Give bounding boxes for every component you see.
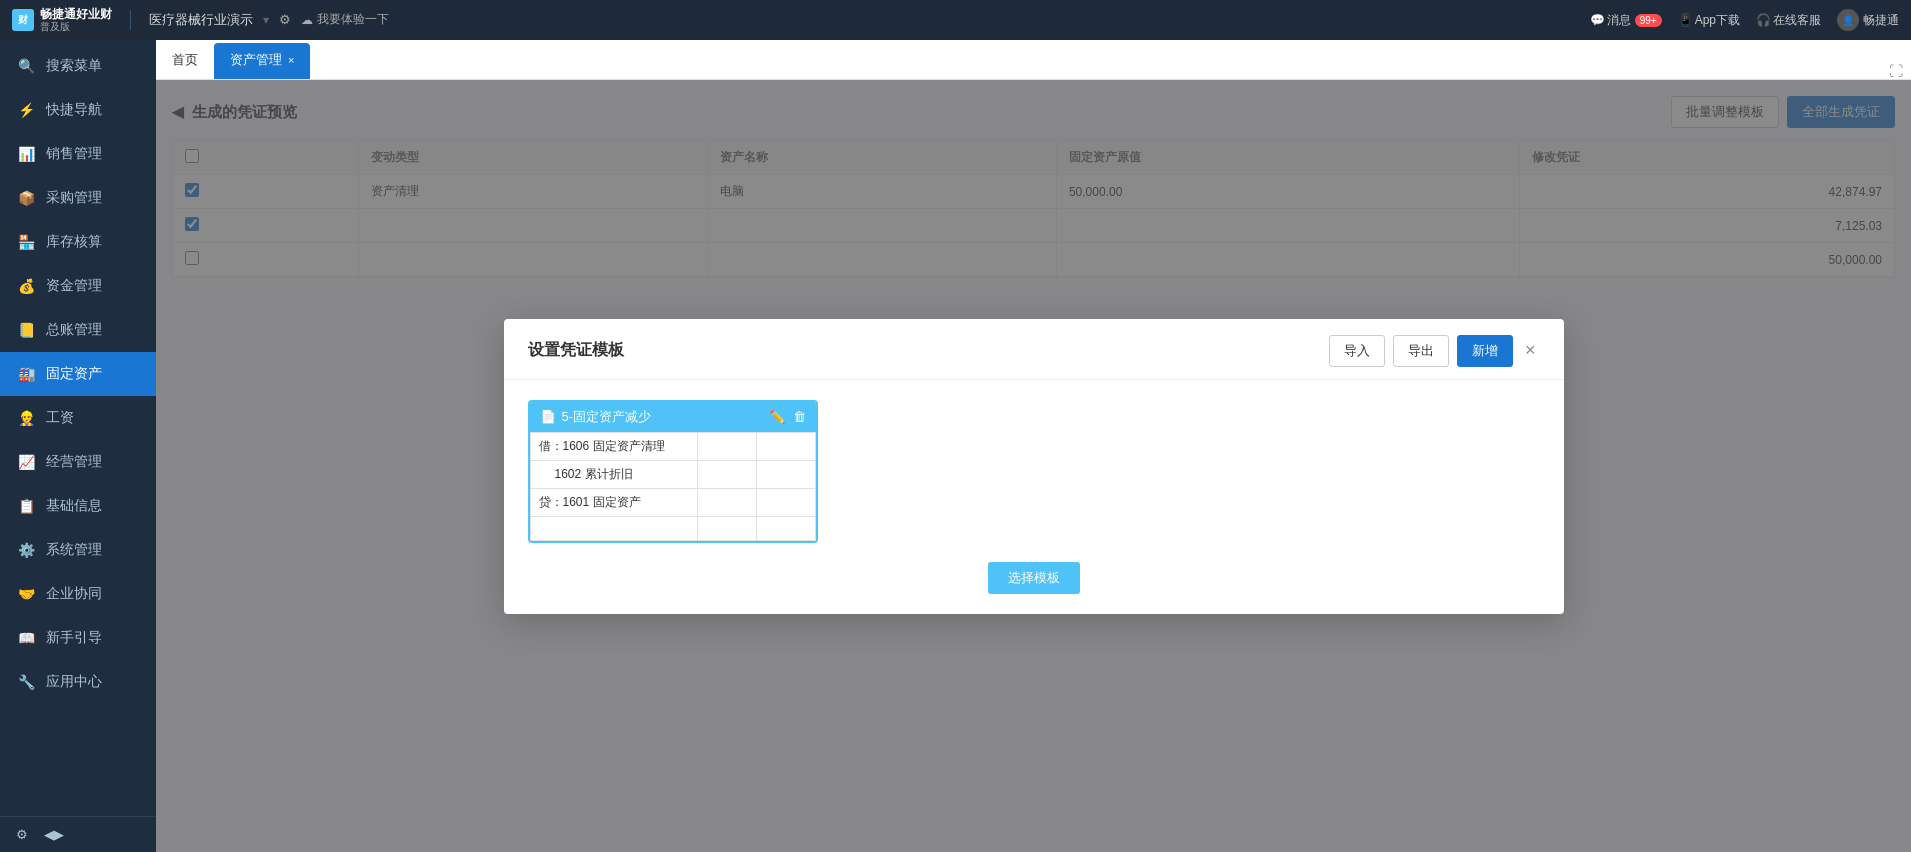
sidebar-item-search[interactable]: 🔍 搜索菜单: [0, 44, 156, 88]
template-row: 借：1606 固定资产清理: [530, 432, 815, 460]
search-icon: 🔍: [16, 56, 36, 76]
sidebar-item-payroll[interactable]: 👷 工资: [0, 396, 156, 440]
select-template-button[interactable]: 选择模板: [988, 562, 1080, 594]
top-bar-right: 💬 消息 99+ 📱 App下载 🎧 在线客服 👤 畅捷通: [1590, 9, 1899, 31]
template-card-header: 📄 5-固定资产减少 ✏️ 🗑: [530, 402, 816, 432]
chevron-down-icon[interactable]: ▾: [263, 13, 269, 27]
messages-button[interactable]: 💬 消息 99+: [1590, 12, 1662, 29]
inventory-icon: 🏪: [16, 232, 36, 252]
sidebar-item-inventory[interactable]: 🏪 库存核算: [0, 220, 156, 264]
sidebar-item-quick-nav[interactable]: ⚡ 快捷导航: [0, 88, 156, 132]
avatar: 👤: [1837, 9, 1859, 31]
funds-icon: 💰: [16, 276, 36, 296]
dialog-header: 设置凭证模板 导入 导出 新增 ×: [504, 319, 1564, 380]
main-layout: 🔍 搜索菜单 ⚡ 快捷导航 📊 销售管理 📦 采购管理 🏪 库存核算: [0, 40, 1911, 852]
app-center-icon: 🔧: [16, 672, 36, 692]
logo-icon: 财: [12, 9, 34, 31]
template-row: 贷：1601 固定资产: [530, 488, 815, 516]
settings-icon[interactable]: ⚙: [279, 12, 291, 27]
experience-button[interactable]: ☁ 我要体验一下: [301, 11, 389, 28]
company-name: 医疗器械行业演示: [149, 11, 253, 29]
new-button[interactable]: 新增: [1457, 335, 1513, 367]
cloud-icon: ☁: [301, 13, 313, 27]
sidebar-item-system[interactable]: ⚙️ 系统管理: [0, 528, 156, 572]
page-content: ◀ 生成的凭证预览 批量调整模板 全部生成凭证: [156, 80, 1911, 852]
purchase-icon: 📦: [16, 188, 36, 208]
guide-icon: 📖: [16, 628, 36, 648]
sidebar-item-guide[interactable]: 📖 新手引导: [0, 616, 156, 660]
sidebar-item-app-center[interactable]: 🔧 应用中心: [0, 660, 156, 704]
system-icon: ⚙️: [16, 540, 36, 560]
fixed-assets-icon: 🏭: [16, 364, 36, 384]
download-icon: 📱: [1678, 13, 1693, 27]
close-button[interactable]: ×: [1521, 340, 1540, 361]
settings-bottom-icon[interactable]: ⚙: [16, 827, 28, 842]
flash-icon: ⚡: [16, 100, 36, 120]
sidebar-bottom: ⚙ ◀▶: [0, 816, 156, 852]
collapse-icon[interactable]: ◀▶: [44, 827, 64, 842]
tab-close-icon[interactable]: ×: [288, 54, 294, 66]
sidebar-item-fixed-assets[interactable]: 🏭 固定资产: [0, 352, 156, 396]
sidebar-item-funds[interactable]: 💰 资金管理: [0, 264, 156, 308]
basic-info-icon: 📋: [16, 496, 36, 516]
maximize-icon[interactable]: ⛶: [1889, 63, 1903, 79]
template-doc-icon: 📄: [540, 409, 556, 424]
online-service-button[interactable]: 🎧 在线客服: [1756, 12, 1821, 29]
content-area: 首页 资产管理 × ⛶ ◀: [156, 40, 1911, 852]
sales-icon: 📊: [16, 144, 36, 164]
template-card-header-left: 📄 5-固定资产减少: [540, 408, 652, 426]
dialog-header-actions: 导入 导出 新增 ×: [1329, 335, 1540, 367]
top-bar-left: 财 畅捷通好业财 普及版 医疗器械行业演示 ▾ ⚙ ☁ 我要体验一下: [12, 7, 389, 33]
sidebar-item-basic-info[interactable]: 📋 基础信息: [0, 484, 156, 528]
page-inner: ◀ 生成的凭证预览 批量调整模板 全部生成凭证: [156, 80, 1911, 293]
operations-icon: 📈: [16, 452, 36, 472]
template-row: 1602 累计折旧: [530, 460, 815, 488]
dialog-title: 设置凭证模板: [528, 340, 624, 361]
sidebar-item-operations[interactable]: 📈 经营管理: [0, 440, 156, 484]
template-card-body: 借：1606 固定资产清理 1602 累计折旧: [530, 432, 816, 541]
export-button[interactable]: 导出: [1393, 335, 1449, 367]
app-download-button[interactable]: 📱 App下载: [1678, 12, 1740, 29]
template-name: 5-固定资产减少: [562, 408, 652, 426]
user-info[interactable]: 👤 畅捷通: [1837, 9, 1899, 31]
template-card: 📄 5-固定资产减少 ✏️ 🗑: [528, 400, 818, 543]
sidebar-item-purchase[interactable]: 📦 采购管理: [0, 176, 156, 220]
top-bar: 财 畅捷通好业财 普及版 医疗器械行业演示 ▾ ⚙ ☁ 我要体验一下 💬 消息 …: [0, 0, 1911, 40]
message-icon: 💬: [1590, 13, 1605, 27]
credit-label: 贷：1601 固定资产: [530, 488, 698, 516]
select-template-area: 选择模板: [528, 562, 1540, 594]
sidebar-item-sales[interactable]: 📊 销售管理: [0, 132, 156, 176]
edition-label: 普及版: [40, 21, 112, 33]
edit-icon[interactable]: ✏️: [769, 409, 785, 424]
dialog: 设置凭证模板 导入 导出 新增 ×: [504, 319, 1564, 614]
ledger-icon: 📒: [16, 320, 36, 340]
import-button[interactable]: 导入: [1329, 335, 1385, 367]
tab-home[interactable]: 首页: [156, 43, 214, 79]
app-container: 财 畅捷通好业财 普及版 医疗器械行业演示 ▾ ⚙ ☁ 我要体验一下 💬 消息 …: [0, 0, 1911, 852]
enterprise-icon: 🤝: [16, 584, 36, 604]
dialog-overlay: 设置凭证模板 导入 导出 新增 ×: [156, 80, 1911, 852]
payroll-icon: 👷: [16, 408, 36, 428]
tab-bar: 首页 资产管理 × ⛶: [156, 40, 1911, 80]
delete-icon[interactable]: 🗑: [793, 409, 806, 424]
template-card-header-right: ✏️ 🗑: [769, 409, 806, 424]
sidebar-menu: 🔍 搜索菜单 ⚡ 快捷导航 📊 销售管理 📦 采购管理 🏪 库存核算: [0, 40, 156, 816]
debit-label: 借：1606 固定资产清理: [530, 432, 698, 460]
sidebar-item-ledger[interactable]: 📒 总账管理: [0, 308, 156, 352]
template-table: 借：1606 固定资产清理 1602 累计折旧: [530, 432, 816, 541]
service-icon: 🎧: [1756, 13, 1771, 27]
app-name: 畅捷通好业财: [40, 7, 112, 21]
tab-asset-management[interactable]: 资产管理 ×: [214, 43, 310, 79]
sidebar-item-enterprise[interactable]: 🤝 企业协同: [0, 572, 156, 616]
debit-entry-2: 1602 累计折旧: [530, 460, 698, 488]
template-row-empty: [530, 516, 815, 540]
sidebar: 🔍 搜索菜单 ⚡ 快捷导航 📊 销售管理 📦 采购管理 🏪 库存核算: [0, 40, 156, 852]
dialog-body: 📄 5-固定资产减少 ✏️ 🗑: [504, 380, 1564, 614]
logo: 财 畅捷通好业财 普及版: [12, 7, 112, 33]
